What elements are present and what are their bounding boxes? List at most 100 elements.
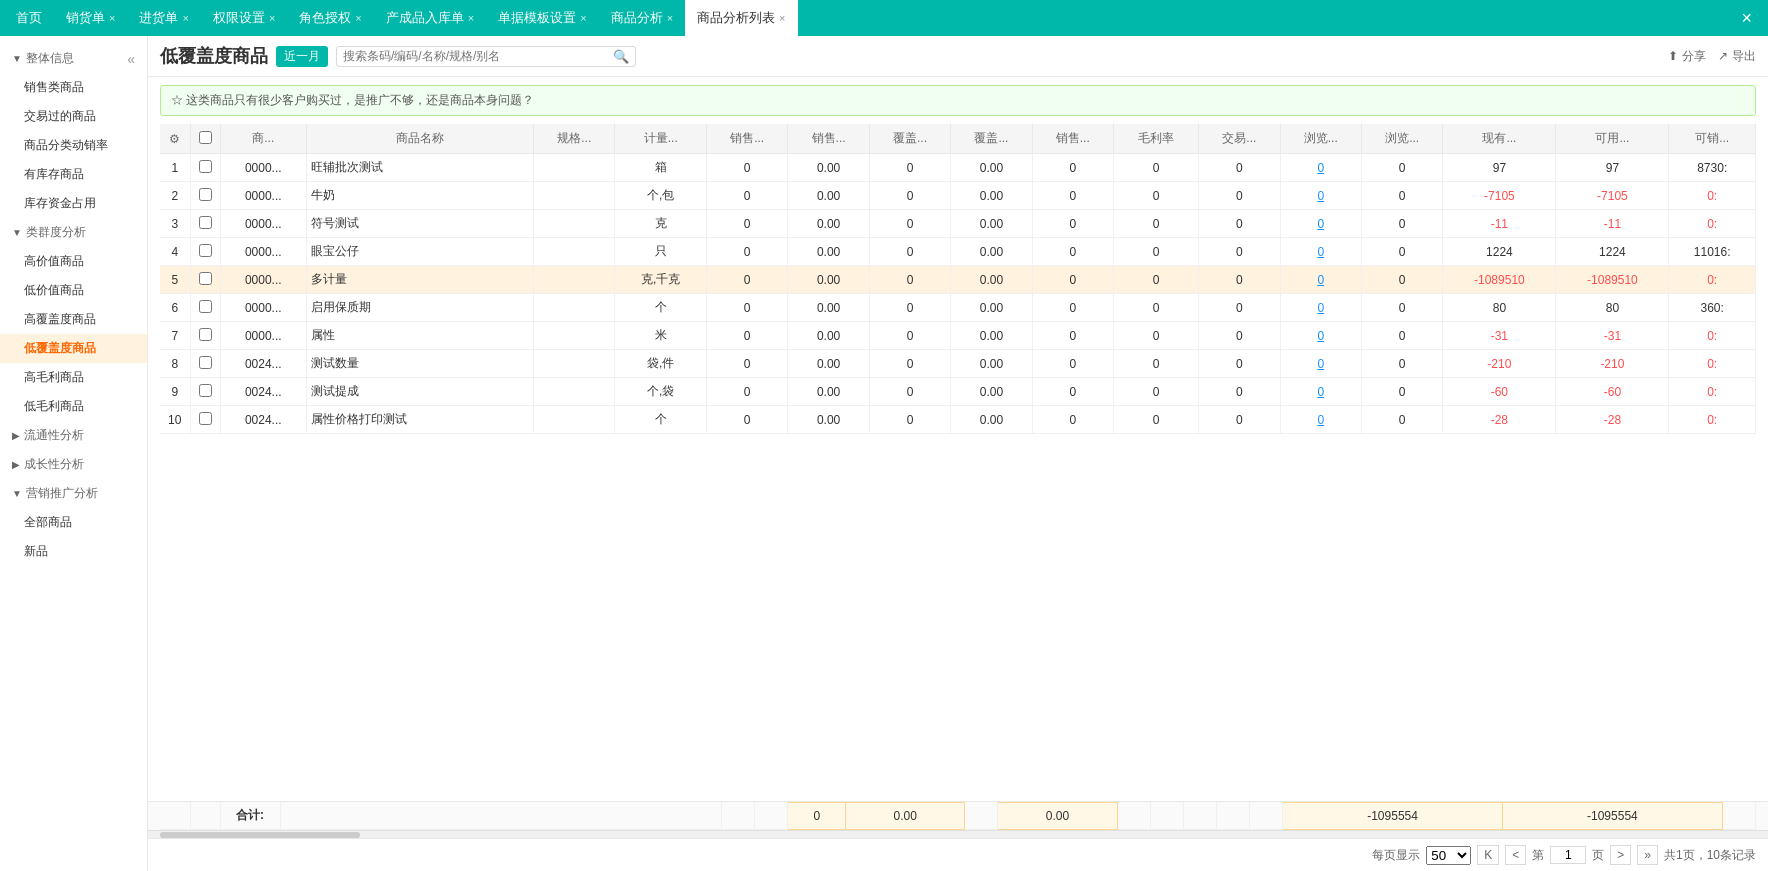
- last-page-button[interactable]: »: [1637, 845, 1658, 865]
- nav-close-icon[interactable]: ×: [269, 12, 275, 24]
- total-records-info: 共1页，10条记录: [1664, 847, 1756, 864]
- row-checkbox[interactable]: [190, 406, 220, 434]
- row-name: 测试数量: [306, 350, 533, 378]
- nav-product-analysis[interactable]: 商品分析 ×: [599, 0, 685, 36]
- row-select-checkbox[interactable]: [199, 412, 212, 425]
- row-select-checkbox[interactable]: [199, 188, 212, 201]
- content-header: 低覆盖度商品 近一月 🔍 ⬆ 分享 ↗ 导出: [148, 36, 1768, 77]
- sidebar-item-category-rate[interactable]: 商品分类动销率: [0, 131, 147, 160]
- sidebar-item-capital[interactable]: 库存资金占用: [0, 189, 147, 218]
- page-number-input[interactable]: [1550, 846, 1586, 864]
- row-sales-qty: 0: [706, 154, 787, 182]
- sidebar-item-in-stock[interactable]: 有库存商品: [0, 160, 147, 189]
- sidebar-item-high-value[interactable]: 高价值商品: [0, 247, 147, 276]
- row-checkbox[interactable]: [190, 154, 220, 182]
- sidebar-item-all-goods[interactable]: 全部商品: [0, 508, 147, 537]
- row-browse1[interactable]: 0: [1280, 322, 1361, 350]
- row-sales-qty: 0: [706, 406, 787, 434]
- row-select-checkbox[interactable]: [199, 272, 212, 285]
- share-button[interactable]: ⬆ 分享: [1668, 48, 1706, 65]
- nav-close-icon[interactable]: ×: [355, 12, 361, 24]
- row-select-checkbox[interactable]: [199, 216, 212, 229]
- row-select-checkbox[interactable]: [199, 356, 212, 369]
- sidebar-collapse-icon[interactable]: «: [127, 51, 135, 67]
- nav-close-all-button[interactable]: ×: [1729, 8, 1764, 29]
- sidebar-section-overall[interactable]: ▼ 整体信息 «: [0, 44, 147, 73]
- row-checkbox[interactable]: [190, 378, 220, 406]
- settings-column-header[interactable]: ⚙: [160, 124, 190, 154]
- row-browse2: 0: [1361, 322, 1442, 350]
- nav-home[interactable]: 首页: [4, 0, 54, 36]
- search-input[interactable]: [343, 49, 613, 63]
- nav-close-icon[interactable]: ×: [468, 12, 474, 24]
- row-browse1[interactable]: 0: [1280, 294, 1361, 322]
- row-select-checkbox[interactable]: [199, 384, 212, 397]
- sidebar-section-marketing[interactable]: ▼ 营销推广分析: [0, 479, 147, 508]
- sidebar-item-low-coverage[interactable]: 低覆盖度商品: [0, 334, 147, 363]
- nav-sales-order[interactable]: 销货单 ×: [54, 0, 127, 36]
- row-browse1[interactable]: 0: [1280, 406, 1361, 434]
- nav-close-icon[interactable]: ×: [580, 12, 586, 24]
- select-all-checkbox[interactable]: [199, 131, 212, 144]
- row-checkbox[interactable]: [190, 238, 220, 266]
- row-trade: 0: [1199, 294, 1280, 322]
- row-gross-margin: 0: [1114, 350, 1199, 378]
- row-checkbox[interactable]: [190, 322, 220, 350]
- row-checkbox[interactable]: [190, 182, 220, 210]
- sidebar-section-cluster[interactable]: ▼ 类群度分析: [0, 218, 147, 247]
- row-available: 80: [1556, 294, 1669, 322]
- row-browse1[interactable]: 0: [1280, 238, 1361, 266]
- row-name: 眼宝公仔: [306, 238, 533, 266]
- row-browse1[interactable]: 0: [1280, 378, 1361, 406]
- row-select-checkbox[interactable]: [199, 244, 212, 257]
- total-empty7: [1117, 802, 1150, 830]
- nav-template-settings[interactable]: 单据模板设置 ×: [486, 0, 598, 36]
- first-page-button[interactable]: K: [1477, 845, 1499, 865]
- sidebar: ▼ 整体信息 « 销售类商品 交易过的商品 商品分类动销率 有库存商品 库存资金…: [0, 36, 148, 871]
- sidebar-item-traded-goods[interactable]: 交易过的商品: [0, 102, 147, 131]
- table-row: 3 0000... 符号测试 克 0 0.00 0 0.00 0 0 0 0 0…: [160, 210, 1756, 238]
- sidebar-item-low-margin[interactable]: 低毛利商品: [0, 392, 147, 421]
- nav-permissions[interactable]: 权限设置 ×: [201, 0, 287, 36]
- row-checkbox[interactable]: [190, 350, 220, 378]
- row-browse1[interactable]: 0: [1280, 350, 1361, 378]
- nav-close-icon[interactable]: ×: [109, 12, 115, 24]
- period-button[interactable]: 近一月: [276, 46, 328, 67]
- row-browse1[interactable]: 0: [1280, 210, 1361, 238]
- checkbox-column-header[interactable]: [190, 124, 220, 154]
- export-button[interactable]: ↗ 导出: [1718, 48, 1756, 65]
- sidebar-section-liquidity[interactable]: ▶ 流通性分析: [0, 421, 147, 450]
- row-current-stock: 97: [1443, 154, 1556, 182]
- row-checkbox[interactable]: [190, 266, 220, 294]
- row-current-stock: -7105: [1443, 182, 1556, 210]
- row-select-checkbox[interactable]: [199, 160, 212, 173]
- sidebar-item-high-coverage[interactable]: 高覆盖度商品: [0, 305, 147, 334]
- row-select-checkbox[interactable]: [199, 300, 212, 313]
- row-browse1[interactable]: 0: [1280, 266, 1361, 294]
- nav-close-icon[interactable]: ×: [667, 12, 673, 24]
- nav-close-icon[interactable]: ×: [182, 12, 188, 24]
- row-checkbox[interactable]: [190, 294, 220, 322]
- row-browse1[interactable]: 0: [1280, 154, 1361, 182]
- nav-finished-goods[interactable]: 产成品入库单 ×: [374, 0, 486, 36]
- row-checkbox[interactable]: [190, 210, 220, 238]
- prev-page-button[interactable]: <: [1505, 845, 1526, 865]
- row-select-checkbox[interactable]: [199, 328, 212, 341]
- row-browse1[interactable]: 0: [1280, 182, 1361, 210]
- next-page-button[interactable]: >: [1610, 845, 1631, 865]
- search-icon[interactable]: 🔍: [613, 49, 629, 64]
- horizontal-scrollbar[interactable]: [160, 832, 360, 838]
- nav-product-analysis-list[interactable]: 商品分析列表 ×: [685, 0, 797, 36]
- sidebar-item-sales-goods[interactable]: 销售类商品: [0, 73, 147, 102]
- section-marketing-arrow-icon: ▼: [12, 488, 22, 499]
- sidebar-item-high-margin[interactable]: 高毛利商品: [0, 363, 147, 392]
- per-page-select[interactable]: 50 20 100: [1426, 846, 1471, 865]
- sidebar-item-low-value[interactable]: 低价值商品: [0, 276, 147, 305]
- sidebar-item-new-goods[interactable]: 新品: [0, 537, 147, 566]
- nav-close-active-icon[interactable]: ×: [779, 12, 785, 24]
- nav-purchase-order[interactable]: 进货单 ×: [127, 0, 200, 36]
- section-growth-arrow-icon: ▶: [12, 459, 20, 470]
- row-trade: 0: [1199, 266, 1280, 294]
- sidebar-section-growth[interactable]: ▶ 成长性分析: [0, 450, 147, 479]
- nav-role-auth[interactable]: 角色授权 ×: [287, 0, 373, 36]
